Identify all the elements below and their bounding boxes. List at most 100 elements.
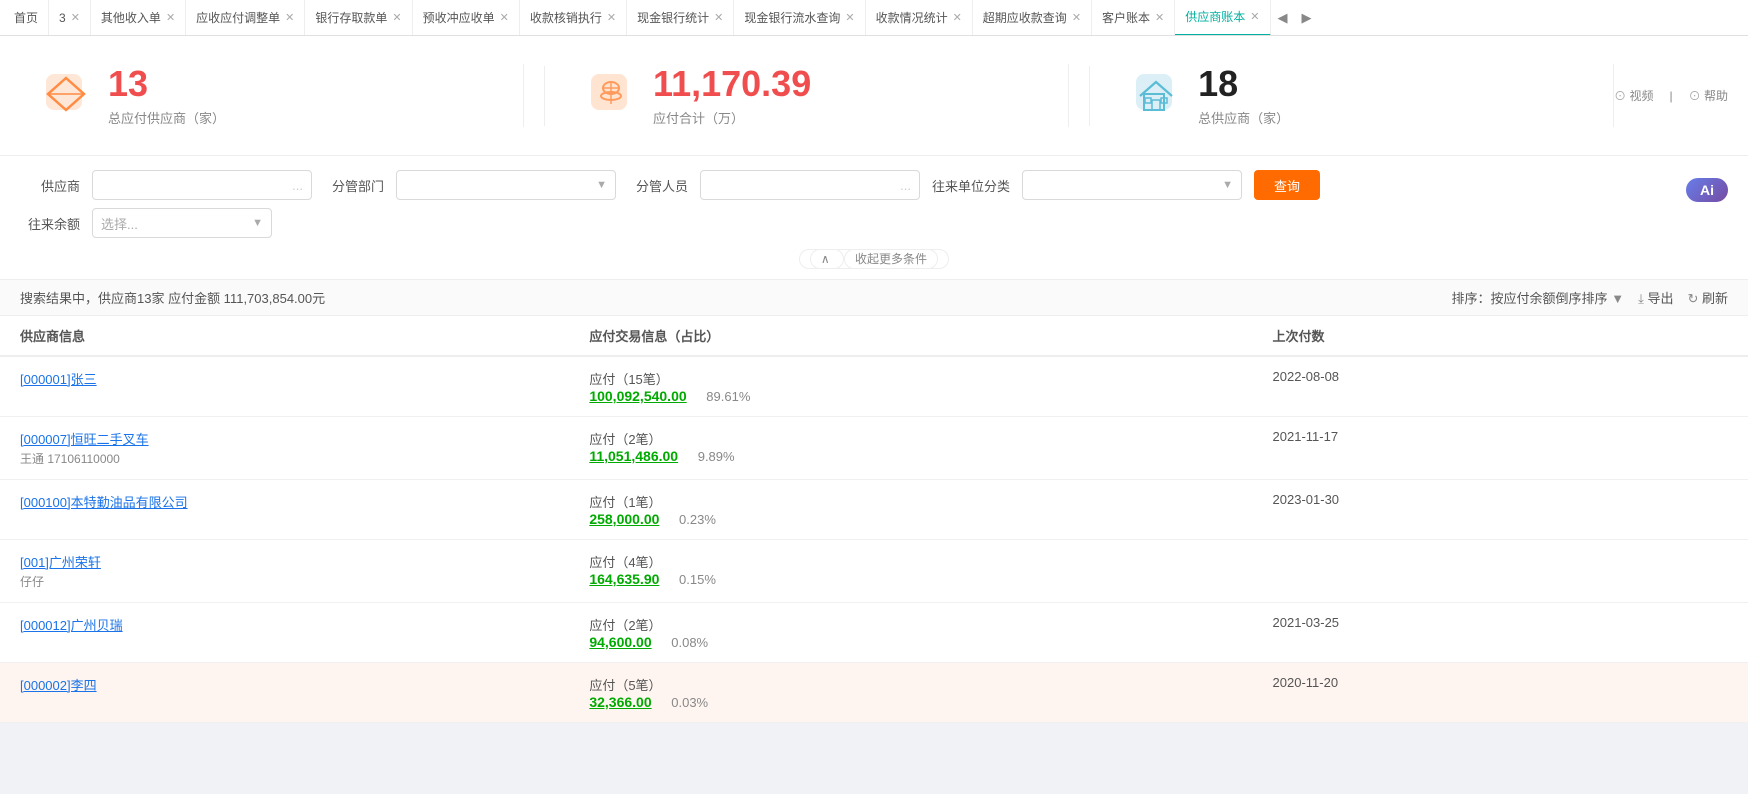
result-bar: 搜索结果中，供应商13家 应付金额 111,703,854.00元 排序：按应付… xyxy=(0,280,1748,316)
supplier-input[interactable]: ... xyxy=(92,170,312,200)
close-icon[interactable]: ✕ xyxy=(714,11,723,24)
video-link[interactable]: ⊙ 视频 xyxy=(1614,87,1653,104)
divider xyxy=(544,66,545,126)
chevron-down-icon: ▼ xyxy=(252,217,263,229)
chevron-down-icon: ▼ xyxy=(596,179,607,191)
nav-tab-supplier-ledger[interactable]: 供应商账本 ✕ xyxy=(1175,0,1270,36)
lastpay-cell: 2021-11-17 xyxy=(1273,429,1728,444)
trans-amount[interactable]: 32,366.00 xyxy=(589,694,651,710)
close-icon[interactable]: ✕ xyxy=(953,11,962,24)
transaction-cell: 应付（15笔） 100,092,540.00 89.61% xyxy=(589,369,1272,404)
refresh-button[interactable]: ↻ 刷新 xyxy=(1687,288,1728,307)
close-icon[interactable]: ✕ xyxy=(500,11,509,24)
close-icon[interactable]: ✕ xyxy=(166,11,175,24)
supplier-cell: [000012]广州贝瑞 xyxy=(20,615,589,634)
nav-tab-collection[interactable]: 收款核销执行 ✕ xyxy=(520,0,627,36)
trans-pct: 9.89% xyxy=(698,449,735,464)
lastpay-cell: 2022-08-08 xyxy=(1273,369,1728,384)
supplier-link[interactable]: [000002]李四 xyxy=(20,678,97,693)
table-row: [001]广州荣轩 仔仔 应付（4笔） 164,635.90 0.15% xyxy=(0,540,1748,603)
close-icon[interactable]: ✕ xyxy=(845,11,854,24)
trans-label: 应付（5笔） xyxy=(589,675,1272,694)
person-input[interactable]: ... xyxy=(700,170,920,200)
close-icon[interactable]: ✕ xyxy=(1155,11,1164,24)
balance-select[interactable]: 选择... ▼ xyxy=(92,208,272,238)
divider xyxy=(1089,66,1090,126)
supplier-link[interactable]: [000007]恒旺二手叉车 xyxy=(20,432,149,447)
close-icon[interactable]: ✕ xyxy=(1250,10,1259,23)
filter-row-1: 供应商 ... 分管部门 ▼ 分管人员 ... 往来单位分类 ▼ 查询 xyxy=(20,170,1728,200)
balance-label: 往来余额 xyxy=(20,214,80,233)
supplier-link[interactable]: [000001]张三 xyxy=(20,372,97,387)
trans-pct: 0.03% xyxy=(671,695,708,710)
header-stats: 13 总应付供应商（家） 11,170.39 应付合计（万） xyxy=(0,36,1748,156)
trans-amount[interactable]: 258,000.00 xyxy=(589,511,659,527)
trans-amount-row: 258,000.00 0.23% xyxy=(589,511,1272,527)
trans-amount-row: 32,366.00 0.03% xyxy=(589,694,1272,710)
nav-tab-customer-ledger[interactable]: 客户账本 ✕ xyxy=(1092,0,1175,36)
supplier-link[interactable]: [000100]本特勤油品有限公司 xyxy=(20,495,188,510)
trans-label: 应付（15笔） xyxy=(589,369,1272,388)
trans-amount[interactable]: 100,092,540.00 xyxy=(589,388,686,404)
table-row: [000100]本特勤油品有限公司 应付（1笔） 258,000.00 0.23… xyxy=(0,480,1748,540)
refresh-icon: ↻ xyxy=(1687,291,1698,306)
close-icon[interactable]: ✕ xyxy=(285,11,294,24)
trans-amount[interactable]: 11,051,486.00 xyxy=(589,448,678,464)
category-select[interactable]: ▼ xyxy=(1022,170,1242,200)
trans-pct: 0.15% xyxy=(679,572,716,587)
trans-amount[interactable]: 94,600.00 xyxy=(589,634,651,650)
nav-tab-other-income[interactable]: 其他收入单 ✕ xyxy=(91,0,186,36)
nav-tab-adjustment[interactable]: 应收应付调整单 ✕ xyxy=(186,0,305,36)
stat-payable-total: 11,170.39 应付合计（万） xyxy=(565,64,1069,127)
nav-tab-3[interactable]: 3 ✕ xyxy=(49,0,91,36)
stat-total-suppliers: 18 总供应商（家） xyxy=(1110,64,1614,127)
nav-next-arrow[interactable]: ▶ xyxy=(1295,0,1319,36)
col-header-supplier: 供应商信息 xyxy=(20,326,589,345)
col-header-lastpay: 上次付数 xyxy=(1273,326,1728,345)
result-actions: 排序：按应付余额倒序排序 ▼ ⤓ 导出 ↻ 刷新 xyxy=(1452,288,1728,307)
supplier-link[interactable]: [001]广州荣轩 xyxy=(20,555,101,570)
trans-amount-row: 11,051,486.00 9.89% xyxy=(589,448,1272,464)
nav-tab-cash-flow[interactable]: 现金银行流水查询 ✕ xyxy=(734,0,865,36)
filter-row-2: 往来余额 选择... ▼ xyxy=(20,208,1728,238)
nav-tab-bank[interactable]: 银行存取款单 ✕ xyxy=(305,0,412,36)
close-icon[interactable]: ✕ xyxy=(1072,11,1081,24)
header-actions: ⊙ 视频 | ⊙ 帮助 xyxy=(1614,87,1728,104)
dept-label: 分管部门 xyxy=(324,176,384,195)
grain-icon xyxy=(585,68,637,123)
nav-tab-overdue[interactable]: 超期应收款查询 ✕ xyxy=(973,0,1092,36)
supplier-link[interactable]: [000012]广州贝瑞 xyxy=(20,618,123,633)
divider-text: | xyxy=(1670,89,1673,103)
nav-bar: 首页 3 ✕ 其他收入单 ✕ 应收应付调整单 ✕ 银行存取款单 ✕ 预收冲应收单… xyxy=(0,0,1748,36)
sort-down-icon[interactable]: ▼ xyxy=(1611,291,1624,306)
store-icon xyxy=(1130,68,1182,123)
close-icon[interactable]: ✕ xyxy=(71,11,80,24)
last-pay-date: 2021-11-17 xyxy=(1273,429,1339,444)
transaction-cell: 应付（2笔） 94,600.00 0.08% xyxy=(589,615,1272,650)
export-button[interactable]: ⤓ 导出 xyxy=(1638,288,1673,307)
nav-tab-cash-stats[interactable]: 现金银行统计 ✕ xyxy=(627,0,734,36)
trans-label: 应付（4笔） xyxy=(589,552,1272,571)
table-row: [000002]李四 应付（5笔） 32,366.00 0.03% 2020-1… xyxy=(0,663,1748,723)
nav-tab-collection-stats[interactable]: 收款情况统计 ✕ xyxy=(866,0,973,36)
close-icon[interactable]: ✕ xyxy=(607,11,616,24)
category-label: 往来单位分类 xyxy=(932,176,1010,195)
last-pay-date: 2022-08-08 xyxy=(1273,369,1340,384)
query-button[interactable]: 查询 xyxy=(1254,170,1320,200)
filter-area: 供应商 ... 分管部门 ▼ 分管人员 ... 往来单位分类 ▼ 查询 往来余额… xyxy=(0,156,1748,280)
ai-badge[interactable]: Ai xyxy=(1686,178,1728,202)
nav-tab-advance[interactable]: 预收冲应收单 ✕ xyxy=(413,0,520,36)
transaction-cell: 应付（1笔） 258,000.00 0.23% xyxy=(589,492,1272,527)
help-link[interactable]: ⊙ 帮助 xyxy=(1689,87,1728,104)
nav-prev-arrow[interactable]: ◀ xyxy=(1271,0,1295,36)
trans-label: 应付（2笔） xyxy=(589,429,1272,448)
dept-select[interactable]: ▼ xyxy=(396,170,616,200)
supplier-cell: [000100]本特勤油品有限公司 xyxy=(20,492,589,511)
trans-label: 应付（2笔） xyxy=(589,615,1272,634)
trans-amount[interactable]: 164,635.90 xyxy=(589,571,659,587)
nav-tab-home[interactable]: 首页 xyxy=(4,0,49,36)
diamond-icon xyxy=(40,68,92,123)
last-pay-date: 2020-11-20 xyxy=(1273,675,1339,690)
close-icon[interactable]: ✕ xyxy=(392,11,401,24)
collapse-bar[interactable]: ∧ 收起更多条件 xyxy=(20,246,1728,269)
